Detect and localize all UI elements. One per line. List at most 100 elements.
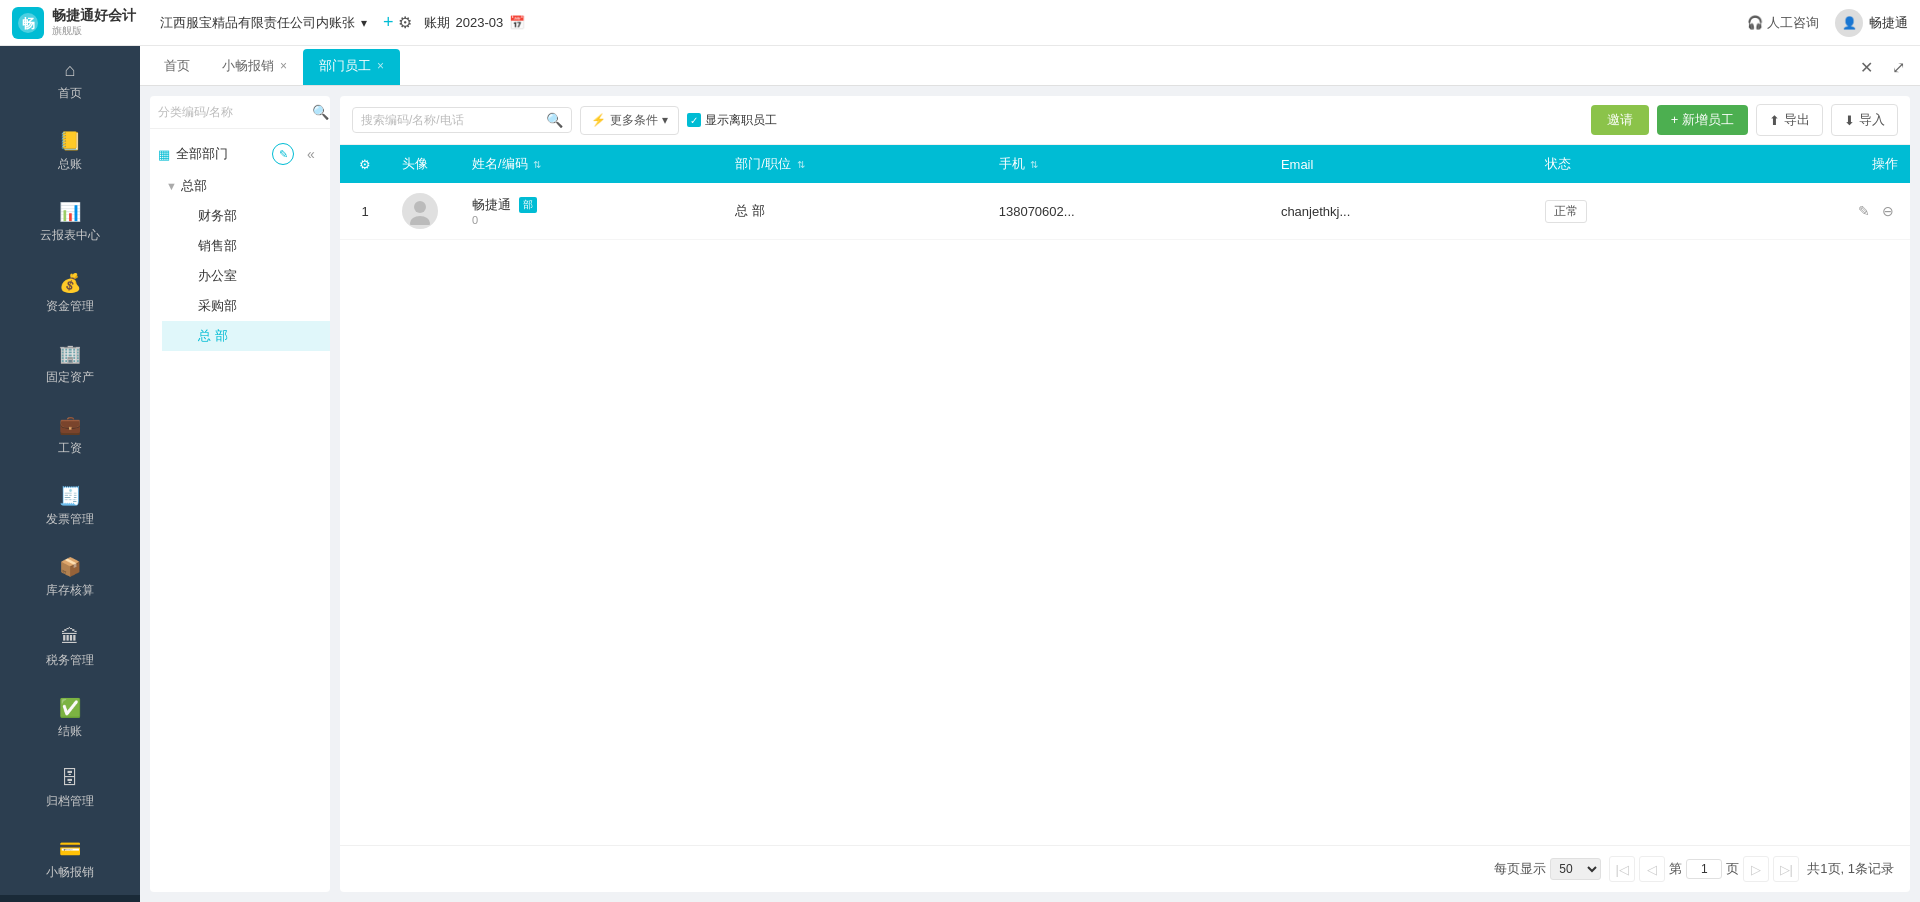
svg-point-3 <box>410 216 430 225</box>
sidebar-item-assets[interactable]: 🏢 固定资产 <box>0 329 140 400</box>
sidebar-item-expense[interactable]: 💳 小畅报销 <box>0 824 140 895</box>
dept-node-purchase[interactable]: 采购部 <box>162 291 330 321</box>
all-dept-label: 全部部门 <box>176 145 228 163</box>
dept-sub-tree: 财务部 销售部 办公室 采购部 总 部 <box>150 201 330 351</box>
page-size-select: 每页显示 50 20 100 <box>1494 858 1601 880</box>
tab-expense[interactable]: 小畅报销 × <box>206 49 303 85</box>
add-account-button[interactable]: + <box>383 12 394 33</box>
dept-edit-button[interactable]: ✎ <box>272 143 294 165</box>
dept-node-sales[interactable]: 销售部 <box>162 231 330 261</box>
edit-employee-button[interactable]: ✎ <box>1854 201 1874 221</box>
dept-node-finance[interactable]: 财务部 <box>162 201 330 231</box>
sort-name-icon: ⇅ <box>533 159 541 170</box>
status-badge: 正常 <box>1545 200 1587 223</box>
page-body: 🔍 ▦ 全部部门 ✎ « ▼ 总部 <box>140 86 1920 902</box>
settings-button[interactable]: ⚙ <box>398 13 412 32</box>
sidebar-item-archive[interactable]: 🗄 归档管理 <box>0 754 140 824</box>
sidebar-item-ledger[interactable]: 📒 总账 <box>0 116 140 187</box>
show-resigned-checkbox[interactable]: ✓ <box>687 113 701 127</box>
sidebar-item-label: 资金管理 <box>46 298 94 315</box>
sidebar-item-checkout[interactable]: ✅ 结账 <box>0 683 140 754</box>
tab-expense-label: 小畅报销 <box>222 57 274 75</box>
chevron-down-icon: ▾ <box>361 16 367 30</box>
employee-toolbar: 🔍 ⚡ 更多条件 ▾ ✓ 显示离职员工 邀请 + 新增员工 <box>340 96 1910 145</box>
dept-search-area: 🔍 <box>150 96 330 129</box>
first-page-button[interactable]: |◁ <box>1609 856 1635 882</box>
export-button[interactable]: ⬆ 导出 <box>1756 104 1823 136</box>
sidebar-item-label: 库存核算 <box>46 582 94 599</box>
tab-department-close[interactable]: × <box>377 59 384 73</box>
employee-search-box: 🔍 <box>352 107 572 133</box>
sidebar-item-inventory[interactable]: 📦 库存核算 <box>0 542 140 613</box>
row-name-code: 畅捷通 部 0 <box>460 183 723 240</box>
show-resigned-label: 显示离职员工 <box>705 112 777 129</box>
sidebar-item-label: 发票管理 <box>46 511 94 528</box>
dept-node-general[interactable]: 总 部 <box>162 321 330 351</box>
dept-node-office[interactable]: 办公室 <box>162 261 330 291</box>
dept-collapse-button[interactable]: « <box>300 143 322 165</box>
archive-icon: 🗄 <box>61 768 79 789</box>
row-status: 正常 <box>1533 183 1719 240</box>
tab-department-label: 部门员工 <box>319 57 371 75</box>
period-area: 账期 2023-03 📅 <box>424 14 526 32</box>
prev-page-button[interactable]: ◁ <box>1639 856 1665 882</box>
employee-table: ⚙ 头像 姓名/编码 ⇅ 部门/职位 ⇅ <box>340 145 1910 240</box>
more-filter-button[interactable]: ⚡ 更多条件 ▾ <box>580 106 679 135</box>
sidebar-item-reports[interactable]: 📊 云报表中心 <box>0 187 140 258</box>
logo-area: 畅 畅捷通好会计 旗舰版 <box>12 7 152 39</box>
sidebar-item-tax[interactable]: 🏛 税务管理 <box>0 613 140 683</box>
next-page-button[interactable]: ▷ <box>1743 856 1769 882</box>
sidebar-item-label: 首页 <box>58 85 82 102</box>
invite-button[interactable]: 邀请 <box>1591 105 1649 135</box>
calendar-icon[interactable]: 📅 <box>509 15 525 30</box>
sidebar-item-label: 固定资产 <box>46 369 94 386</box>
col-name[interactable]: 姓名/编码 ⇅ <box>460 145 723 183</box>
col-settings[interactable]: ⚙ <box>340 145 390 183</box>
table-row: 1 畅捷通 部 <box>340 183 1910 240</box>
expand-icon: ▼ <box>166 180 177 192</box>
dept-node-hq[interactable]: ▼ 总部 <box>150 171 330 201</box>
reports-icon: 📊 <box>59 201 81 223</box>
per-page-label: 每页显示 <box>1494 860 1546 878</box>
col-phone[interactable]: 手机 ⇅ <box>987 145 1269 183</box>
sidebar-item-invoice[interactable]: 🧾 发票管理 <box>0 471 140 542</box>
dept-search-input[interactable] <box>158 105 308 119</box>
sidebar-item-label: 归档管理 <box>46 793 94 810</box>
tab-home[interactable]: 首页 <box>148 49 206 85</box>
dept-panel: 🔍 ▦ 全部部门 ✎ « ▼ 总部 <box>150 96 330 892</box>
tabs-bar: 首页 小畅报销 × 部门员工 × ✕ ⤢ <box>140 46 1920 86</box>
col-avatar: 头像 <box>390 145 460 183</box>
tab-department[interactable]: 部门员工 × <box>303 49 400 85</box>
page-number-input[interactable] <box>1686 859 1722 879</box>
sidebar-item-label: 总账 <box>58 156 82 173</box>
employee-search-input[interactable] <box>361 113 542 127</box>
maximize-tab-button[interactable]: ⤢ <box>1884 53 1912 81</box>
close-tab-button[interactable]: ✕ <box>1852 53 1880 81</box>
last-page-button[interactable]: ▷| <box>1773 856 1799 882</box>
per-page-dropdown[interactable]: 50 20 100 <box>1550 858 1601 880</box>
col-dept[interactable]: 部门/职位 ⇅ <box>723 145 986 183</box>
filter-chevron-icon: ▾ <box>662 113 668 127</box>
total-records: 共1页, 1条记录 <box>1807 860 1894 878</box>
pagination: 每页显示 50 20 100 |◁ ◁ 第 页 ▷ <box>340 845 1910 892</box>
col-action: 操作 <box>1719 145 1910 183</box>
username: 畅捷通 <box>1869 14 1908 32</box>
sort-dept-icon: ⇅ <box>797 159 805 170</box>
company-selector[interactable]: 江西服宝精品有限责任公司内账张 ▾ <box>152 10 375 36</box>
import-button[interactable]: ⬇ 导入 <box>1831 104 1898 136</box>
page-label: 第 <box>1669 860 1682 878</box>
col-email: Email <box>1269 145 1533 183</box>
logout-employee-button[interactable]: ⊖ <box>1878 201 1898 221</box>
all-dept-header[interactable]: ▦ 全部部门 ✎ « <box>150 137 330 171</box>
human-service-button[interactable]: 🎧 人工咨询 <box>1747 14 1819 32</box>
add-employee-button[interactable]: + 新增员工 <box>1657 105 1748 135</box>
row-index: 1 <box>340 183 390 240</box>
sidebar-item-salary[interactable]: 💼 工资 <box>0 400 140 471</box>
employee-search-icon: 🔍 <box>546 112 563 128</box>
sidebar-item-funds[interactable]: 💰 资金管理 <box>0 258 140 329</box>
sidebar-item-label: 工资 <box>58 440 82 457</box>
sidebar: ⌂ 首页 📒 总账 📊 云报表中心 💰 资金管理 🏢 固定资产 💼 工资 🧾 发… <box>0 46 140 902</box>
sidebar-item-home[interactable]: ⌂ 首页 <box>0 46 140 116</box>
tab-expense-close[interactable]: × <box>280 59 287 73</box>
sidebar-item-settings[interactable]: ⚙ 基础设置 <box>0 895 140 902</box>
